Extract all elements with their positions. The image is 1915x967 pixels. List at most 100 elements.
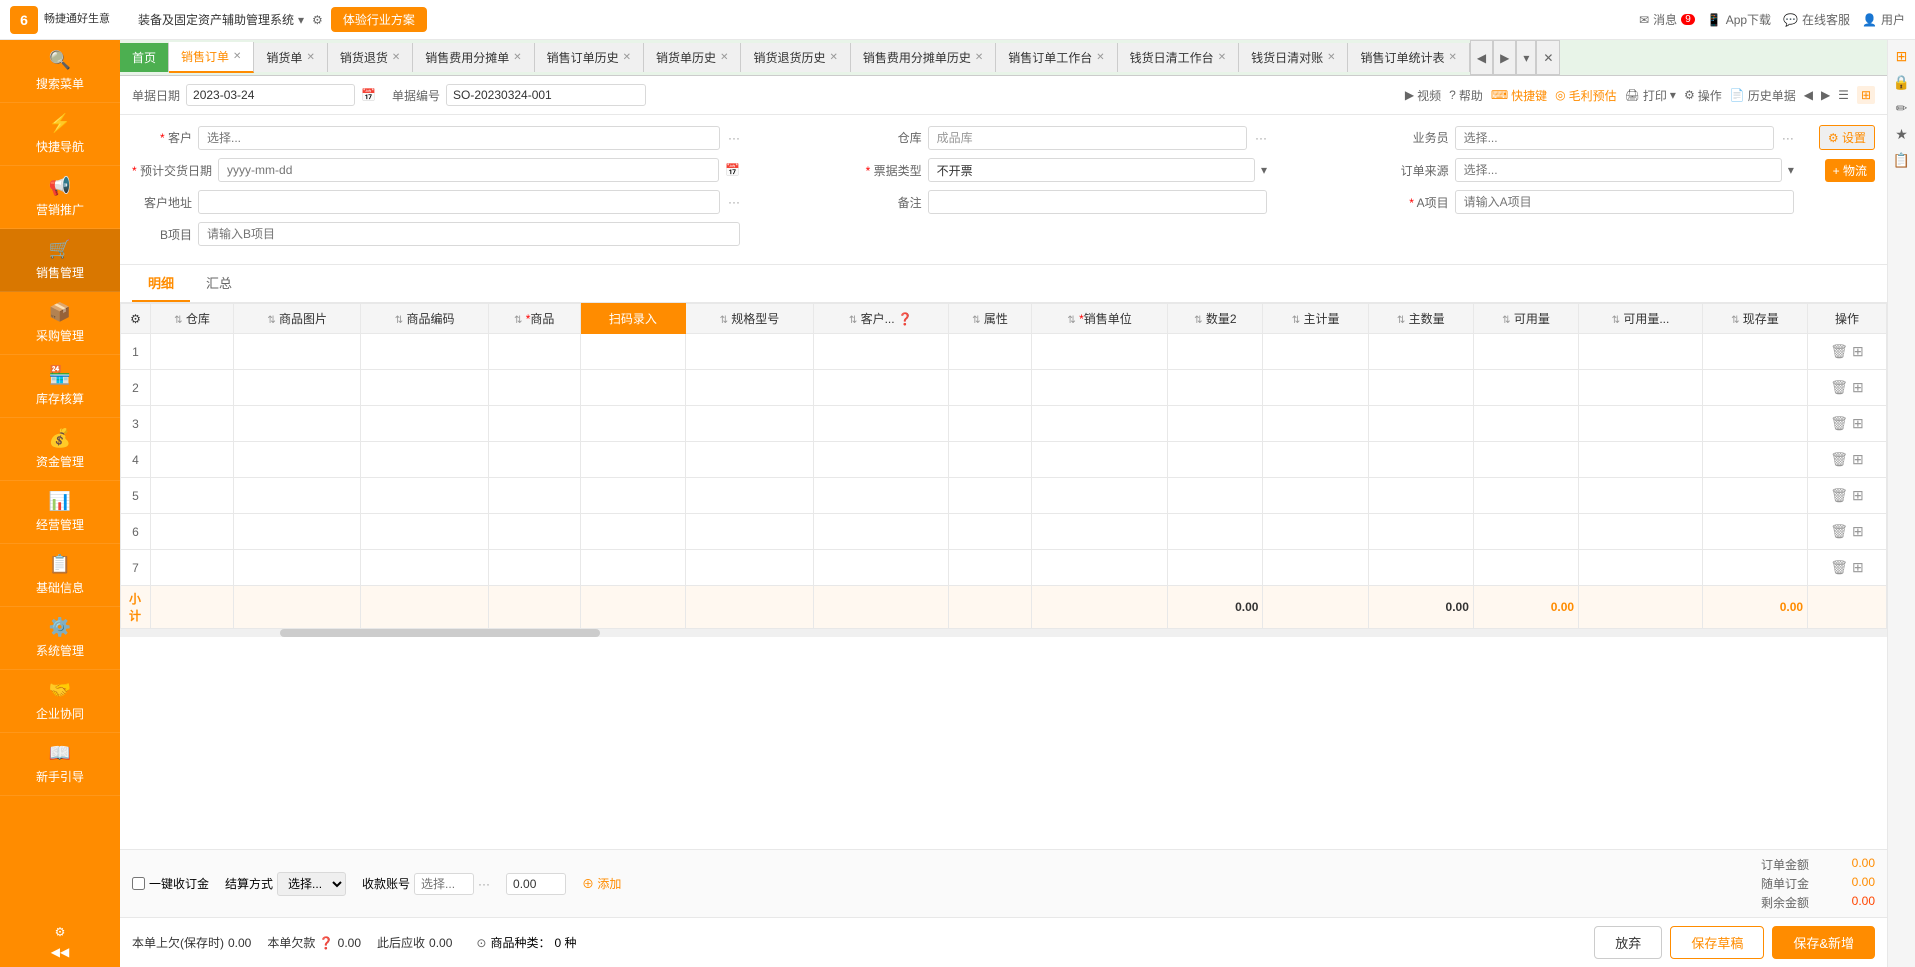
row-5-qty2[interactable]	[1168, 478, 1263, 514]
row-6-warehouse[interactable]	[151, 514, 234, 550]
view-action[interactable]: ▶ 视频	[1405, 87, 1441, 104]
row-6-copy-icon[interactable]: ⊞	[1852, 523, 1864, 540]
row-2-stock[interactable]	[1702, 370, 1807, 406]
row-2-main-qty[interactable]	[1368, 370, 1473, 406]
row-4-stock[interactable]	[1702, 442, 1807, 478]
memo-input[interactable]	[928, 190, 1267, 214]
row-6-product[interactable]	[488, 514, 580, 550]
row-3-main-qty[interactable]	[1368, 406, 1473, 442]
row-5-stock[interactable]	[1702, 478, 1807, 514]
user-button[interactable]: 👤 用户	[1862, 11, 1905, 28]
row-5-available[interactable]	[1473, 478, 1578, 514]
sort-icon-main-qty[interactable]: ⇅	[1397, 315, 1405, 326]
row-5-code[interactable]	[361, 478, 488, 514]
row-1-main-unit[interactable]	[1263, 334, 1368, 370]
amount-input[interactable]	[506, 873, 566, 895]
account-input[interactable]	[414, 873, 474, 895]
row-6-stock[interactable]	[1702, 514, 1807, 550]
sidebar-item-finance[interactable]: 💰 资金管理	[0, 418, 120, 481]
app-download-button[interactable]: 📱 App下载	[1707, 11, 1771, 28]
row-2-main-unit[interactable]	[1263, 370, 1368, 406]
row-5-unit[interactable]	[1032, 478, 1168, 514]
tab-close-sales-history2[interactable]: ✕	[720, 52, 728, 63]
online-service-button[interactable]: 💬 在线客服	[1783, 11, 1850, 28]
row-2-available[interactable]	[1473, 370, 1578, 406]
row-7-main-unit[interactable]	[1263, 550, 1368, 586]
row-1-code[interactable]	[361, 334, 488, 370]
row-2-product[interactable]	[488, 370, 580, 406]
row-6-attr[interactable]	[949, 514, 1032, 550]
tab-more-button[interactable]: ▾	[1516, 40, 1536, 75]
row-7-product[interactable]	[488, 550, 580, 586]
sort-icon-product[interactable]: ⇅	[514, 315, 522, 326]
right-panel-settings-icon[interactable]: ⊞	[1890, 44, 1914, 68]
sidebar-item-sales[interactable]: 🛒 销售管理	[0, 229, 120, 292]
tab-sales-stats[interactable]: 销售订单统计表 ✕	[1348, 43, 1469, 72]
row-4-customer-code[interactable]	[813, 442, 948, 478]
sidebar-item-inventory[interactable]: 🏪 库存核算	[0, 355, 120, 418]
tab-sales-workbench[interactable]: 销售订单工作台 ✕	[996, 43, 1117, 72]
tab-sales-return[interactable]: 销货单 ✕	[254, 43, 327, 72]
row-7-available2[interactable]	[1579, 550, 1703, 586]
add-button[interactable]: ⊕ 添加	[582, 875, 621, 892]
row-1-product[interactable]	[488, 334, 580, 370]
calendar-icon[interactable]: 📅	[361, 88, 376, 102]
tab-close-sales-fee[interactable]: ✕	[513, 52, 521, 63]
row-3-qty2[interactable]	[1168, 406, 1263, 442]
row-6-code[interactable]	[361, 514, 488, 550]
row-4-code[interactable]	[361, 442, 488, 478]
right-panel-lock-icon[interactable]: 🔒	[1890, 70, 1914, 94]
row-5-attr[interactable]	[949, 478, 1032, 514]
row-3-customer-code[interactable]	[813, 406, 948, 442]
row-4-qty2[interactable]	[1168, 442, 1263, 478]
row-5-warehouse[interactable]	[151, 478, 234, 514]
sort-icon-main-unit[interactable]: ⇅	[1292, 315, 1300, 326]
row-5-available2[interactable]	[1579, 478, 1703, 514]
customer-more-icon[interactable]: ···	[728, 131, 740, 145]
row-7-main-qty[interactable]	[1368, 550, 1473, 586]
row-4-delete-icon[interactable]: 🗑	[1830, 451, 1848, 468]
detail-tab-detail[interactable]: 明细	[132, 265, 190, 302]
row-3-product[interactable]	[488, 406, 580, 442]
add-product-button[interactable]: + 物流	[1825, 159, 1875, 182]
tab-close-sales-history[interactable]: ✕	[623, 52, 631, 63]
tab-prev-button[interactable]: ◀	[1470, 40, 1493, 75]
settings-icon[interactable]: ⚙	[312, 13, 323, 27]
tab-close-sales-return[interactable]: ✕	[306, 52, 314, 63]
sort-icon-unit[interactable]: ⇅	[1067, 315, 1075, 326]
tab-close-sales-workbench[interactable]: ✕	[1096, 52, 1104, 63]
row-5-main-qty[interactable]	[1368, 478, 1473, 514]
sidebar-item-operations[interactable]: 📊 经营管理	[0, 481, 120, 544]
tab-next-button[interactable]: ▶	[1493, 40, 1516, 75]
print-action[interactable]: 🖨 打印 ▾	[1625, 87, 1676, 104]
warehouse-input[interactable]	[928, 126, 1247, 150]
row-2-warehouse[interactable]	[151, 370, 234, 406]
tab-close-all-button[interactable]: ✕	[1536, 40, 1560, 75]
sidebar-item-system[interactable]: ⚙️ 系统管理	[0, 607, 120, 670]
right-panel-clipboard-icon[interactable]: 📋	[1890, 148, 1914, 172]
row-7-customer-code[interactable]	[813, 550, 948, 586]
save-draft-button[interactable]: 保存草稿	[1670, 926, 1764, 959]
order-number-input[interactable]	[446, 84, 646, 106]
staff-more-icon[interactable]: ···	[1782, 131, 1794, 145]
sort-icon-qty2[interactable]: ⇅	[1194, 315, 1202, 326]
one-click-checkbox[interactable]	[132, 877, 145, 890]
tab-cash-daily[interactable]: 钱货日清工作台 ✕	[1118, 43, 1239, 72]
settings-button[interactable]: ⚙ 设置	[1819, 125, 1875, 150]
row-1-warehouse[interactable]	[151, 334, 234, 370]
tab-close-sales-stats[interactable]: ✕	[1449, 52, 1457, 63]
row-5-spec[interactable]	[686, 478, 813, 514]
row-2-available2[interactable]	[1579, 370, 1703, 406]
row-5-copy-icon[interactable]: ⊞	[1852, 487, 1864, 504]
sort-icon-stock[interactable]: ⇅	[1731, 315, 1739, 326]
sidebar-collapse-button[interactable]: ◀◀	[51, 945, 69, 959]
row-2-delete-icon[interactable]: 🗑	[1830, 379, 1848, 396]
row-6-main-qty[interactable]	[1368, 514, 1473, 550]
save-new-button[interactable]: 保存&新增	[1772, 926, 1875, 959]
row-7-available[interactable]	[1473, 550, 1578, 586]
delivery-calendar-icon[interactable]: 📅	[725, 163, 740, 177]
page-nav-next[interactable]: ▶	[1821, 88, 1830, 102]
row-7-attr[interactable]	[949, 550, 1032, 586]
address-more-icon[interactable]: ···	[728, 195, 740, 209]
sidebar-item-search[interactable]: 🔍 搜索菜单	[0, 40, 120, 103]
